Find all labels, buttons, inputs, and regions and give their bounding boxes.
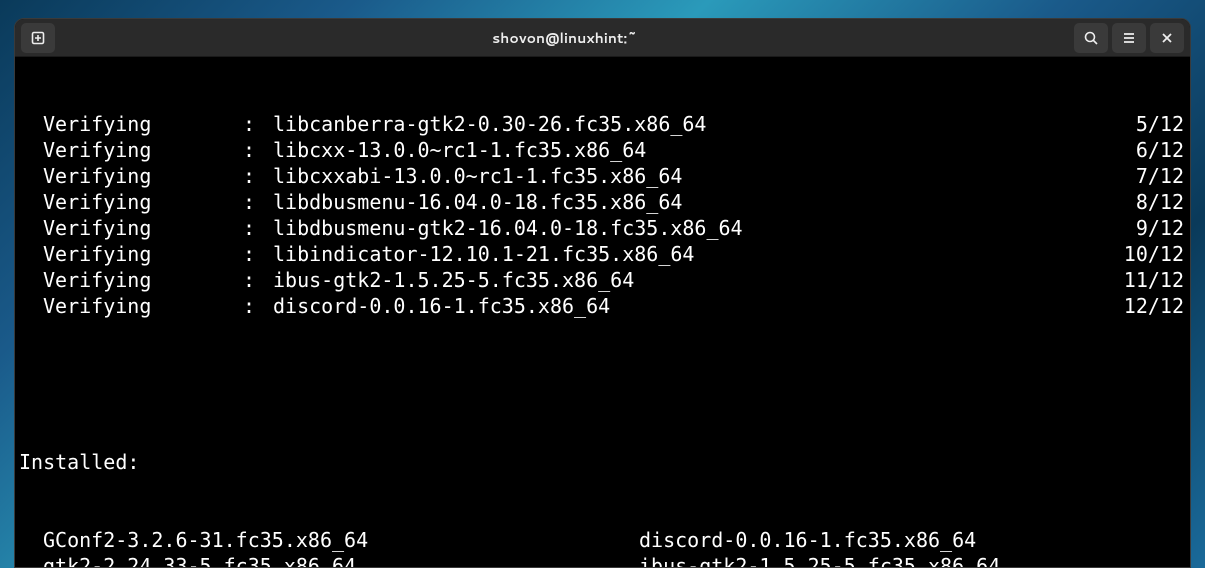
verify-package: libcxx-13.0.0~rc1-1.fc35.x86_64	[273, 137, 646, 163]
installed-header: Installed:	[17, 449, 1188, 475]
installed-package: GConf2-3.2.6-31.fc35.x86_64	[43, 527, 639, 553]
menu-button[interactable]	[1112, 23, 1146, 53]
verify-separator: :	[243, 241, 273, 267]
installed-package: gtk2-2.24.33-5.fc35.x86_64	[43, 553, 639, 567]
verify-count: 9/12	[1136, 215, 1184, 241]
verify-count: 8/12	[1136, 189, 1184, 215]
verify-separator: :	[243, 267, 273, 293]
titlebar: shovon@linuxhint:~	[15, 19, 1190, 57]
verify-package: libdbusmenu-16.04.0-18.fc35.x86_64	[273, 189, 682, 215]
search-button[interactable]	[1074, 23, 1108, 53]
verify-row: Verifying: libdbusmenu-16.04.0-18.fc35.x…	[17, 189, 1188, 215]
verify-label: Verifying	[43, 189, 243, 215]
verify-count: 5/12	[1136, 111, 1184, 137]
verify-separator: :	[243, 111, 273, 137]
installed-package: discord-0.0.16-1.fc35.x86_64	[639, 527, 1188, 553]
verify-separator: :	[243, 163, 273, 189]
verify-label: Verifying	[43, 241, 243, 267]
verify-count: 7/12	[1136, 163, 1184, 189]
verify-package: libdbusmenu-gtk2-16.04.0-18.fc35.x86_64	[273, 215, 743, 241]
verify-count: 12/12	[1124, 293, 1184, 319]
verify-separator: :	[243, 137, 273, 163]
verify-separator: :	[243, 189, 273, 215]
verify-label: Verifying	[43, 163, 243, 189]
verify-row: Verifying: libcxxabi-13.0.0~rc1-1.fc35.x…	[17, 163, 1188, 189]
verify-count: 10/12	[1124, 241, 1184, 267]
verify-row: Verifying: libdbusmenu-gtk2-16.04.0-18.f…	[17, 215, 1188, 241]
verify-row: Verifying: libcxx-13.0.0~rc1-1.fc35.x86_…	[17, 137, 1188, 163]
verify-count: 6/12	[1136, 137, 1184, 163]
verify-label: Verifying	[43, 215, 243, 241]
close-button[interactable]	[1150, 23, 1184, 53]
verify-label: Verifying	[43, 293, 243, 319]
verify-label: Verifying	[43, 267, 243, 293]
installed-package: ibus-gtk2-1.5.25-5.fc35.x86_64	[639, 553, 1188, 567]
verify-label: Verifying	[43, 111, 243, 137]
verify-label: Verifying	[43, 137, 243, 163]
window-title: shovon@linuxhint:~	[492, 28, 637, 48]
verify-row: Verifying: libindicator-12.10.1-21.fc35.…	[17, 241, 1188, 267]
verify-row: Verifying: libcanberra-gtk2-0.30-26.fc35…	[17, 111, 1188, 137]
terminal-output[interactable]: Verifying: libcanberra-gtk2-0.30-26.fc35…	[15, 57, 1190, 567]
verify-package: libindicator-12.10.1-21.fc35.x86_64	[273, 241, 694, 267]
verify-separator: :	[243, 293, 273, 319]
verify-count: 11/12	[1124, 267, 1184, 293]
terminal-window: shovon@linuxhint:~	[14, 18, 1191, 568]
verify-row: Verifying: ibus-gtk2-1.5.25-5.fc35.x86_6…	[17, 267, 1188, 293]
verify-package: libcxxabi-13.0.0~rc1-1.fc35.x86_64	[273, 163, 682, 189]
verify-package: ibus-gtk2-1.5.25-5.fc35.x86_64	[273, 267, 634, 293]
verify-package: discord-0.0.16-1.fc35.x86_64	[273, 293, 610, 319]
new-tab-button[interactable]	[21, 23, 55, 53]
verify-separator: :	[243, 215, 273, 241]
verify-row: Verifying: discord-0.0.16-1.fc35.x86_64 1…	[17, 293, 1188, 319]
verify-package: libcanberra-gtk2-0.30-26.fc35.x86_64	[273, 111, 706, 137]
